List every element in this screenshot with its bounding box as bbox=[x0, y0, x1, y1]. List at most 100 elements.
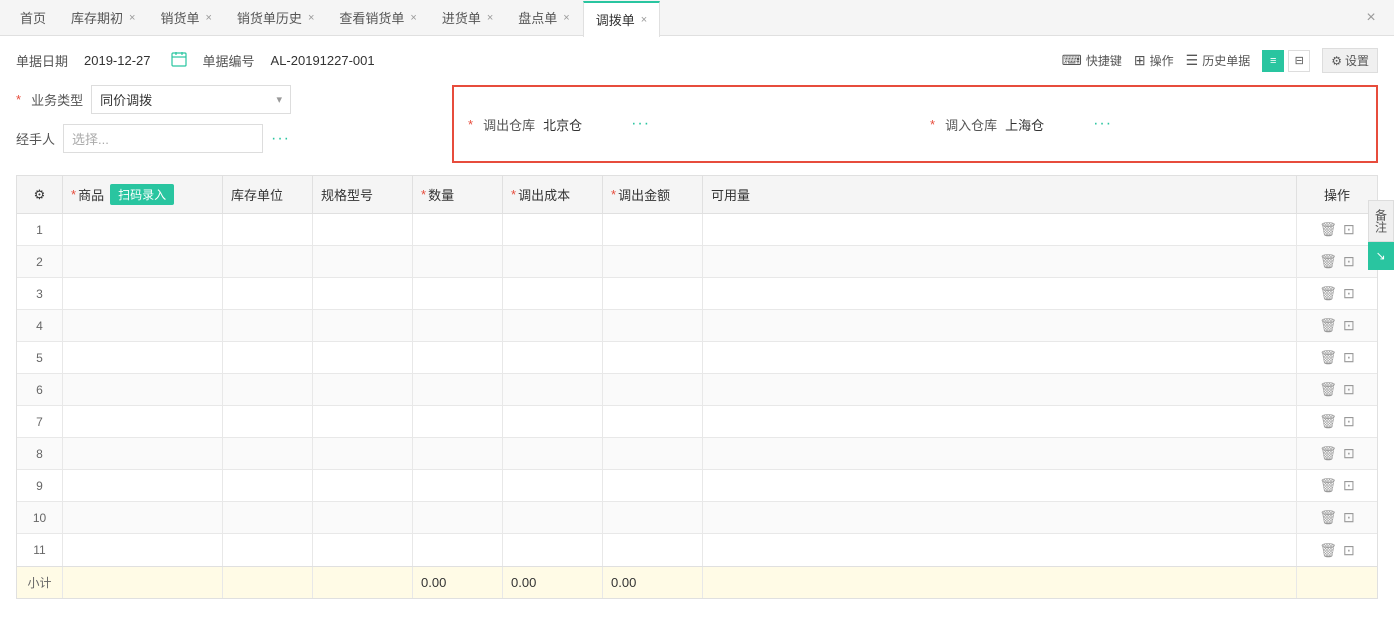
history-docs-btn[interactable]: ☰ 历史单据 bbox=[1186, 52, 1251, 69]
tab-close-sales-history[interactable]: × bbox=[308, 12, 314, 24]
tab-view-sales[interactable]: 查看销货单 × bbox=[327, 0, 429, 36]
td-goods-9[interactable] bbox=[63, 470, 223, 501]
td-qty-5[interactable] bbox=[413, 342, 503, 373]
delete-icon-8[interactable]: 🗑 bbox=[1319, 445, 1337, 462]
td-qty-11[interactable] bbox=[413, 534, 503, 566]
person-select[interactable]: 选择... bbox=[63, 124, 263, 153]
delete-icon-4[interactable]: 🗑 bbox=[1319, 317, 1337, 334]
td-amount-11[interactable] bbox=[603, 534, 703, 566]
expand-float-btn[interactable]: ↗ bbox=[1368, 242, 1394, 270]
th-cost: * 调出成本 bbox=[503, 176, 603, 213]
td-cost-5[interactable] bbox=[503, 342, 603, 373]
td-goods-8[interactable] bbox=[63, 438, 223, 469]
transfer-in-more-btn[interactable]: ··· bbox=[1093, 115, 1112, 133]
delete-icon-9[interactable]: 🗑 bbox=[1319, 477, 1337, 494]
tab-close-transfer[interactable]: × bbox=[641, 14, 647, 26]
td-cost-1[interactable] bbox=[503, 214, 603, 245]
td-qty-9[interactable] bbox=[413, 470, 503, 501]
td-qty-7[interactable] bbox=[413, 406, 503, 437]
tab-close-inventory-init[interactable]: × bbox=[129, 12, 135, 24]
copy-icon-10[interactable]: ⊡ bbox=[1343, 509, 1355, 526]
td-qty-3[interactable] bbox=[413, 278, 503, 309]
td-qty-10[interactable] bbox=[413, 502, 503, 533]
copy-icon-11[interactable]: ⊡ bbox=[1343, 542, 1355, 559]
td-amount-1[interactable] bbox=[603, 214, 703, 245]
layout-icon-grid[interactable]: ⊟ bbox=[1288, 50, 1310, 72]
transfer-out-more-btn[interactable]: ··· bbox=[631, 115, 650, 133]
td-amount-6[interactable] bbox=[603, 374, 703, 405]
copy-icon-1[interactable]: ⊡ bbox=[1343, 221, 1355, 238]
delete-icon-3[interactable]: 🗑 bbox=[1319, 285, 1337, 302]
quick-keys-btn[interactable]: ⌨ 快捷键 bbox=[1062, 52, 1122, 69]
td-amount-10[interactable] bbox=[603, 502, 703, 533]
td-goods-2[interactable] bbox=[63, 246, 223, 277]
copy-icon-8[interactable]: ⊡ bbox=[1343, 445, 1355, 462]
td-goods-5[interactable] bbox=[63, 342, 223, 373]
delete-icon-1[interactable]: 🗑 bbox=[1319, 221, 1337, 238]
td-amount-2[interactable] bbox=[603, 246, 703, 277]
td-cost-10[interactable] bbox=[503, 502, 603, 533]
td-amount-8[interactable] bbox=[603, 438, 703, 469]
td-qty-1[interactable] bbox=[413, 214, 503, 245]
settings-btn[interactable]: ⚙ 设置 bbox=[1322, 48, 1378, 73]
td-amount-3[interactable] bbox=[603, 278, 703, 309]
td-qty-8[interactable] bbox=[413, 438, 503, 469]
copy-icon-7[interactable]: ⊡ bbox=[1343, 413, 1355, 430]
td-cost-2[interactable] bbox=[503, 246, 603, 277]
tab-close-view-sales[interactable]: × bbox=[410, 12, 416, 24]
copy-icon-3[interactable]: ⊡ bbox=[1343, 285, 1355, 302]
note-float-btn[interactable]: 备注 bbox=[1368, 200, 1394, 242]
td-amount-5[interactable] bbox=[603, 342, 703, 373]
td-action-2: 🗑 ⊡ bbox=[1297, 246, 1377, 277]
td-cost-6[interactable] bbox=[503, 374, 603, 405]
scan-btn[interactable]: 扫码录入 bbox=[110, 184, 174, 205]
delete-icon-6[interactable]: 🗑 bbox=[1319, 381, 1337, 398]
td-cost-3[interactable] bbox=[503, 278, 603, 309]
td-goods-4[interactable] bbox=[63, 310, 223, 341]
copy-icon-2[interactable]: ⊡ bbox=[1343, 253, 1355, 270]
tab-stocktake[interactable]: 盘点单 × bbox=[506, 0, 582, 36]
delete-icon-5[interactable]: 🗑 bbox=[1319, 349, 1337, 366]
copy-icon-5[interactable]: ⊡ bbox=[1343, 349, 1355, 366]
tab-sales-order[interactable]: 销货单 × bbox=[148, 0, 224, 36]
td-amount-4[interactable] bbox=[603, 310, 703, 341]
tab-close-purchase-order[interactable]: × bbox=[487, 12, 493, 24]
td-qty-6[interactable] bbox=[413, 374, 503, 405]
tab-sales-history[interactable]: 销货单历史 × bbox=[225, 0, 327, 36]
delete-icon-10[interactable]: 🗑 bbox=[1319, 509, 1337, 526]
td-goods-7[interactable] bbox=[63, 406, 223, 437]
tab-transfer[interactable]: 调拨单 × bbox=[583, 1, 660, 37]
td-cost-4[interactable] bbox=[503, 310, 603, 341]
td-cost-7[interactable] bbox=[503, 406, 603, 437]
window-close-button[interactable]: × bbox=[1356, 3, 1386, 33]
td-qty-4[interactable] bbox=[413, 310, 503, 341]
tab-purchase-order[interactable]: 进货单 × bbox=[430, 0, 506, 36]
tab-home[interactable]: 首页 bbox=[8, 0, 59, 36]
td-goods-3[interactable] bbox=[63, 278, 223, 309]
td-cost-8[interactable] bbox=[503, 438, 603, 469]
calendar-icon[interactable] bbox=[171, 51, 187, 70]
delete-icon-2[interactable]: 🗑 bbox=[1319, 253, 1337, 270]
layout-icon-list[interactable]: ≡ bbox=[1262, 50, 1284, 72]
td-goods-10[interactable] bbox=[63, 502, 223, 533]
person-more-btn[interactable]: ··· bbox=[271, 130, 290, 148]
td-cost-11[interactable] bbox=[503, 534, 603, 566]
td-cost-9[interactable] bbox=[503, 470, 603, 501]
copy-icon-4[interactable]: ⊡ bbox=[1343, 317, 1355, 334]
td-amount-9[interactable] bbox=[603, 470, 703, 501]
operations-btn[interactable]: ⊞ 操作 bbox=[1134, 52, 1174, 69]
tab-close-sales-order[interactable]: × bbox=[205, 12, 211, 24]
td-amount-7[interactable] bbox=[603, 406, 703, 437]
td-qty-2[interactable] bbox=[413, 246, 503, 277]
copy-icon-6[interactable]: ⊡ bbox=[1343, 381, 1355, 398]
td-goods-6[interactable] bbox=[63, 374, 223, 405]
td-goods-11[interactable] bbox=[63, 534, 223, 566]
tab-close-stocktake[interactable]: × bbox=[563, 12, 569, 24]
tab-inventory-init[interactable]: 库存期初 × bbox=[59, 0, 148, 36]
business-type-select[interactable]: 同价调拨 ▾ bbox=[91, 85, 291, 114]
th-settings[interactable]: ⚙ bbox=[17, 176, 63, 213]
copy-icon-9[interactable]: ⊡ bbox=[1343, 477, 1355, 494]
td-goods-1[interactable] bbox=[63, 214, 223, 245]
delete-icon-7[interactable]: 🗑 bbox=[1319, 413, 1337, 430]
delete-icon-11[interactable]: 🗑 bbox=[1319, 542, 1337, 559]
